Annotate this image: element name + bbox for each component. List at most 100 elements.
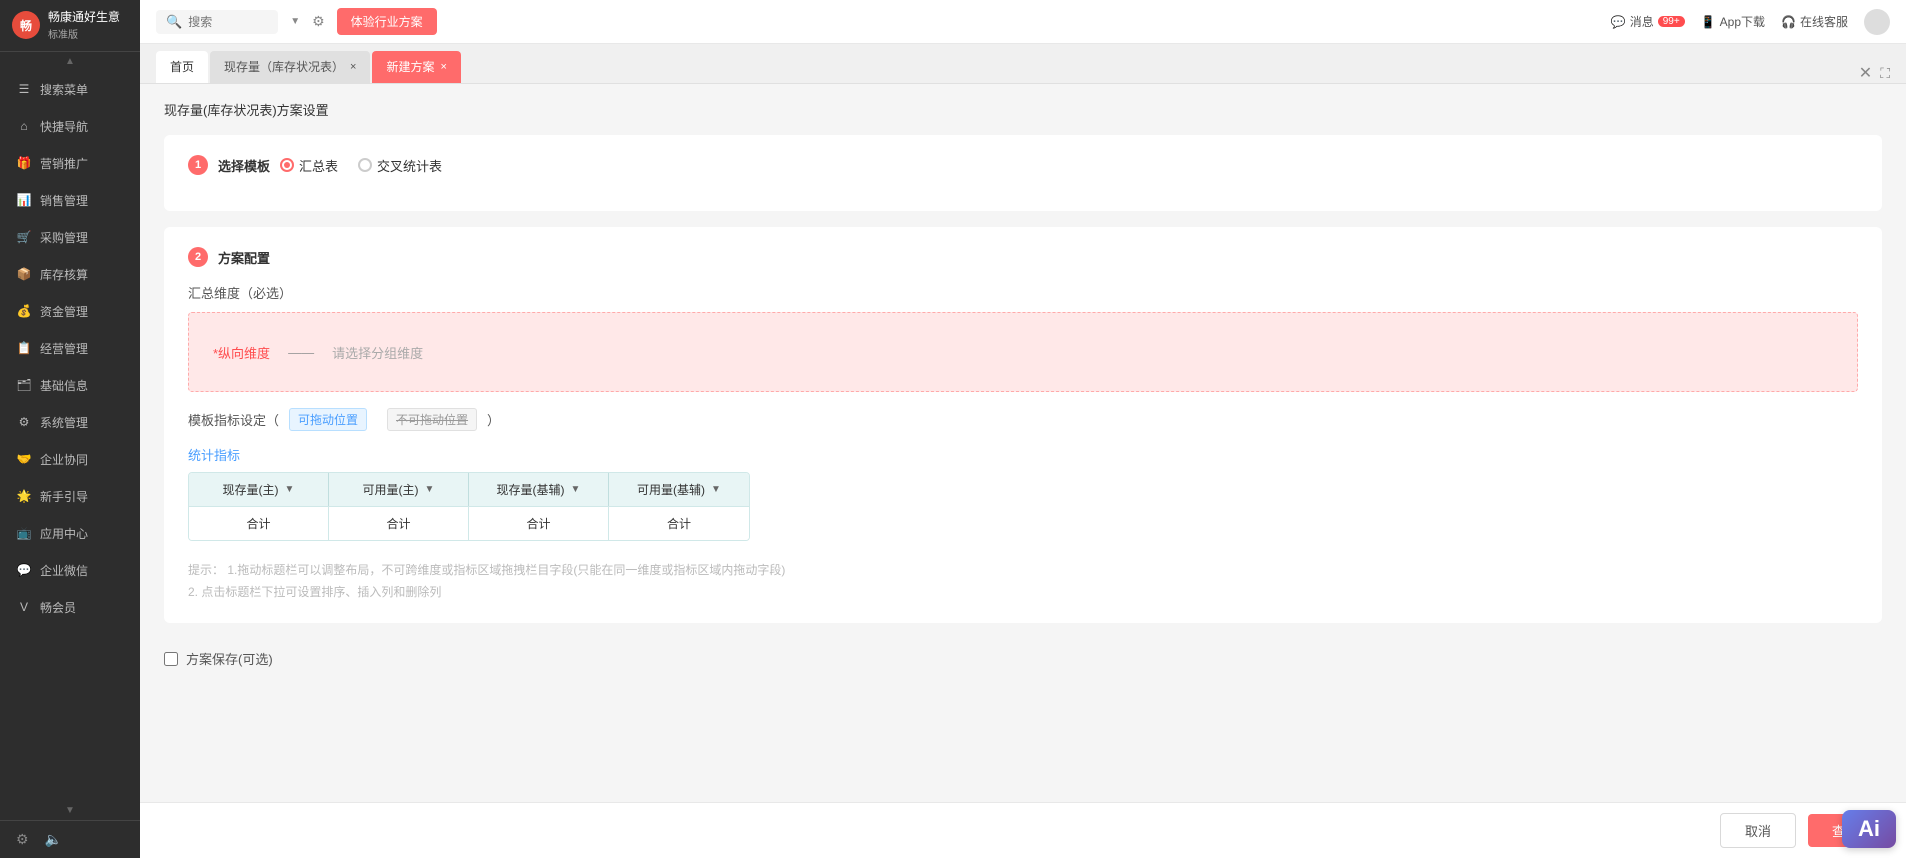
search-chevron-icon[interactable]: ▼	[290, 16, 300, 27]
movable-badge: 可拖动位置	[289, 408, 367, 431]
operations-icon: 📋	[16, 340, 32, 356]
topbar-right: 💬 消息 99+ 📱 App下载 🎧 在线客服	[1611, 9, 1890, 35]
save-checkbox[interactable]	[164, 652, 178, 666]
tip-1: 提示： 1.拖动标题栏可以调整布局，不可跨维度或指标区域拖拽栏目字段(只能在同一…	[188, 560, 1858, 582]
col-header-2[interactable]: 现存量(基辅) ▼	[469, 473, 609, 506]
config-section: 汇总维度（必选） *纵向维度 —— 请选择分组维度 模板指标设定（ 可拖动位置 …	[188, 283, 1858, 603]
online-service-button[interactable]: 🎧 在线客服	[1781, 13, 1848, 30]
tab-new-scheme-close-icon[interactable]: ×	[440, 51, 446, 83]
search-input[interactable]	[188, 15, 268, 29]
topbar-gear-icon[interactable]: ⚙	[312, 13, 325, 30]
radio-summary-dot	[280, 158, 294, 172]
sidebar-item-vip[interactable]: V 畅会员	[0, 589, 140, 626]
stats-section: 统计指标 现存量(主) ▼ 可用量(主) ▼	[188, 445, 1858, 544]
step1-section: 1 选择模板 汇总表 交叉统计表	[164, 135, 1882, 211]
summary-dimension-label: 汇总维度（必选）	[188, 283, 1858, 302]
search-menu-icon: ☰	[16, 81, 32, 97]
footer-bar: 取消 查询	[140, 802, 1906, 858]
indicator-setting-label: 模板指标设定（	[188, 410, 279, 429]
message-button[interactable]: 💬 消息 99+	[1611, 13, 1685, 30]
fixed-badge: 不可拖动位置	[387, 408, 477, 431]
step1-header: 1 选择模板 汇总表 交叉统计表	[188, 155, 1858, 175]
radio-summary[interactable]: 汇总表	[280, 156, 338, 175]
sidebar-scroll-down[interactable]: ▼	[0, 801, 140, 820]
trial-button[interactable]: 体验行业方案	[337, 8, 437, 35]
message-badge: 99+	[1658, 16, 1685, 27]
tab-inventory[interactable]: 现存量（库存状况表） ×	[210, 51, 370, 83]
headset-icon: 🎧	[1781, 15, 1796, 29]
tips-section: 提示： 1.拖动标题栏可以调整布局，不可跨维度或指标区域拖拽栏目字段(只能在同一…	[188, 560, 1858, 603]
template-radio-group: 汇总表 交叉统计表	[280, 156, 442, 175]
tab-expand-icon[interactable]: ⛶	[1880, 65, 1890, 82]
app-download-button[interactable]: 📱 App下载	[1701, 13, 1765, 30]
sidebar-item-basic-info[interactable]: 🗂 基础信息	[0, 367, 140, 404]
step1-badge: 1	[188, 155, 208, 175]
step2-label: 方案配置	[218, 248, 270, 267]
sidebar-item-inventory[interactable]: 📦 库存核算	[0, 256, 140, 293]
radio-cross[interactable]: 交叉统计表	[358, 156, 442, 175]
cell-0: 合计	[189, 507, 329, 540]
sidebar-item-finance[interactable]: 💰 资金管理	[0, 293, 140, 330]
sales-icon: 📊	[16, 192, 32, 208]
save-row: 方案保存(可选)	[164, 639, 1882, 678]
cell-1: 合计	[329, 507, 469, 540]
user-avatar[interactable]	[1864, 9, 1890, 35]
quick-nav-icon: ⌂	[16, 118, 32, 134]
sidebar-item-search-menu[interactable]: ☰ 搜索菜单	[0, 71, 140, 108]
sidebar-item-enterprise[interactable]: 🤝 企业协同	[0, 441, 140, 478]
brand-sub: 标准版	[48, 26, 120, 41]
step2-header: 2 方案配置	[188, 247, 1858, 267]
col-header-1[interactable]: 可用量(主) ▼	[329, 473, 469, 506]
sidebar-item-newbie[interactable]: 🌟 新手引导	[0, 478, 140, 515]
sidebar-scroll-up[interactable]: ▲	[0, 52, 140, 71]
search-box[interactable]: 🔍	[156, 10, 278, 34]
tab-close-all-icon[interactable]: ✕	[1859, 63, 1872, 83]
cell-3: 合计	[609, 507, 749, 540]
sidebar-item-purchase[interactable]: 🛒 采购管理	[0, 219, 140, 256]
step2-section: 2 方案配置 汇总维度（必选） *纵向维度 —— 请选择分组维度 模板指标设定（…	[164, 227, 1882, 623]
sidebar-item-wechat[interactable]: 💬 企业微信	[0, 552, 140, 589]
sidebar: 畅 畅康通好生意 标准版 ▲ ☰ 搜索菜单 ⌂ 快捷导航 🎁 营销推广 📊 销售…	[0, 0, 140, 858]
sidebar-nav: ☰ 搜索菜单 ⌂ 快捷导航 🎁 营销推广 📊 销售管理 🛒 采购管理 📦 库存核…	[0, 71, 140, 801]
basic-info-icon: 🗂	[16, 377, 32, 393]
dimension-placeholder: 请选择分组维度	[332, 343, 423, 362]
cell-2: 合计	[469, 507, 609, 540]
col2-chevron-icon[interactable]: ▼	[571, 484, 581, 495]
stats-section-title: 统计指标	[188, 445, 1858, 464]
indicator-setting-close: ）	[487, 410, 500, 429]
app-download-icon: 📱	[1701, 15, 1716, 29]
step1-label: 选择模板	[218, 156, 270, 175]
page-title: 现存量(库存状况表)方案设置	[164, 100, 1882, 119]
vertical-dim-label: *纵向维度	[213, 343, 270, 362]
tab-bar: 首页 现存量（库存状况表） × 新建方案 × ✕ ⛶	[140, 44, 1906, 84]
indicator-setting-row: 模板指标设定（ 可拖动位置 不可拖动位置 ）	[188, 408, 1858, 431]
col-header-3[interactable]: 可用量(基辅) ▼	[609, 473, 749, 506]
radio-cross-dot	[358, 158, 372, 172]
marketing-icon: 🎁	[16, 155, 32, 171]
settings-icon[interactable]: ⚙	[16, 831, 29, 848]
tab-home[interactable]: 首页	[156, 51, 208, 83]
cancel-button[interactable]: 取消	[1720, 813, 1796, 848]
wechat-icon: 💬	[16, 562, 32, 578]
ai-badge[interactable]: Ai	[1842, 810, 1896, 848]
sidebar-brand: 畅 畅康通好生意 标准版	[0, 0, 140, 52]
sidebar-item-operations[interactable]: 📋 经营管理	[0, 330, 140, 367]
message-icon: 💬	[1611, 15, 1626, 29]
sidebar-item-system[interactable]: ⚙ 系统管理	[0, 404, 140, 441]
enterprise-icon: 🤝	[16, 451, 32, 467]
sidebar-item-quick-nav[interactable]: ⌂ 快捷导航	[0, 108, 140, 145]
speaker-icon[interactable]: 🔈	[45, 831, 62, 848]
sidebar-item-app-center[interactable]: 📺 应用中心	[0, 515, 140, 552]
col3-chevron-icon[interactable]: ▼	[711, 484, 721, 495]
sidebar-item-sales[interactable]: 📊 销售管理	[0, 182, 140, 219]
vip-icon: V	[16, 599, 32, 615]
tab-inventory-close-icon[interactable]: ×	[350, 51, 356, 83]
col0-chevron-icon[interactable]: ▼	[285, 484, 295, 495]
topbar: 🔍 ▼ ⚙ 体验行业方案 💬 消息 99+ 📱 App下载 🎧 在线客服	[140, 0, 1906, 44]
dimension-area: *纵向维度 —— 请选择分组维度	[188, 312, 1858, 392]
sidebar-item-marketing[interactable]: 🎁 营销推广	[0, 145, 140, 182]
col-header-0[interactable]: 现存量(主) ▼	[189, 473, 329, 506]
col1-chevron-icon[interactable]: ▼	[425, 484, 435, 495]
tab-new-scheme[interactable]: 新建方案 ×	[372, 51, 460, 83]
purchase-icon: 🛒	[16, 229, 32, 245]
